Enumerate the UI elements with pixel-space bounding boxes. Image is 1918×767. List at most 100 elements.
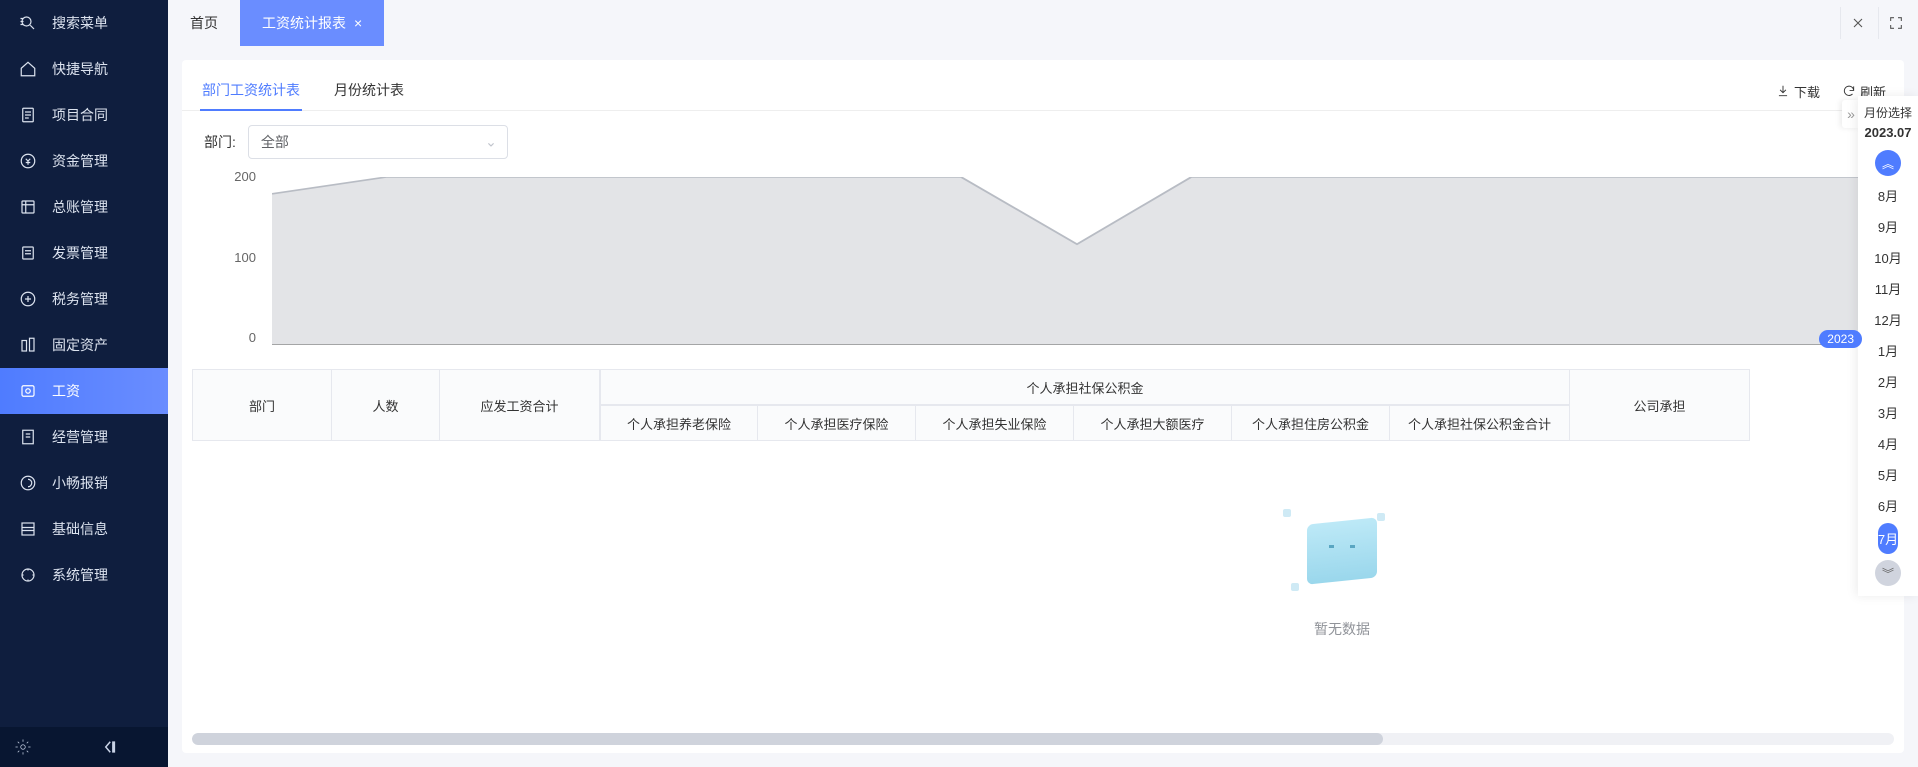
th-unemployment: 个人承担失业保险	[916, 405, 1074, 441]
sidebar-item-tax[interactable]: 税务管理	[0, 276, 168, 322]
th-housing: 个人承担住房公积金	[1232, 405, 1390, 441]
y-tick: 200	[234, 169, 256, 184]
th-medical: 个人承担医疗保险	[758, 405, 916, 441]
sidebar-label: 税务管理	[52, 289, 108, 309]
table-container[interactable]: 部门 人数 应发工资合计 个人承担社保公积金 个人承担养老保险 个人承担医疗保险…	[182, 369, 1904, 733]
sidebar-item-funds[interactable]: 资金管理	[0, 138, 168, 184]
close-icon[interactable]: ×	[354, 15, 362, 31]
th-pension: 个人承担养老保险	[600, 405, 758, 441]
subtab-month[interactable]: 月份统计表	[332, 72, 406, 110]
sidebar-label: 项目合同	[52, 105, 108, 125]
horizontal-scrollbar[interactable]	[192, 733, 1894, 745]
sidebar-item-salary[interactable]: 工资	[0, 368, 168, 414]
money-icon	[18, 151, 38, 171]
tab-salary-report[interactable]: 工资统计报表 ×	[240, 0, 384, 46]
dept-select[interactable]: 全部 ⌄	[248, 125, 508, 159]
search-icon	[18, 13, 38, 33]
subtab-dept[interactable]: 部门工资统计表	[200, 72, 302, 110]
sidebar-footer	[0, 727, 168, 767]
sidebar-item-contract[interactable]: 项目合同	[0, 92, 168, 138]
fullscreen-button[interactable]	[1878, 7, 1912, 39]
empty-illustration	[1277, 491, 1407, 601]
month-picker-current: 2023.07	[1865, 125, 1912, 146]
y-tick: 0	[249, 330, 256, 345]
sidebar-label: 资金管理	[52, 151, 108, 171]
sidebar-label: 工资	[52, 381, 80, 401]
sidebar-item-system[interactable]: 系统管理	[0, 552, 168, 598]
month-option[interactable]: 3月	[1858, 397, 1918, 428]
tabbar: 首页 工资统计报表 ×	[168, 0, 1918, 46]
th-count: 人数	[332, 369, 440, 441]
y-axis: 200 100 0	[204, 169, 264, 345]
chart-container: 200 100 0	[182, 163, 1904, 369]
sidebar: 搜索菜单 快捷导航 项目合同 资金管理 总账管理 发票管理	[0, 0, 168, 767]
refresh-icon	[1842, 84, 1856, 98]
sidebar-item-invoice[interactable]: 发票管理	[0, 230, 168, 276]
tab-home[interactable]: 首页	[168, 0, 240, 46]
sidebar-label: 搜索菜单	[52, 13, 108, 33]
month-picker-panel: 月份选择 2023.07 ︽ 8月 9月 10月 11月 12月 1月 2月 3…	[1858, 96, 1918, 596]
sidebar-label: 快捷导航	[52, 59, 108, 79]
month-scroll-down[interactable]: ︾	[1875, 560, 1901, 586]
sidebar-label: 固定资产	[52, 335, 108, 355]
system-icon	[18, 565, 38, 585]
base-icon	[18, 519, 38, 539]
y-tick: 100	[234, 250, 256, 265]
action-label: 下载	[1794, 82, 1820, 101]
biz-icon	[18, 427, 38, 447]
month-option[interactable]: 2月	[1858, 366, 1918, 397]
month-option[interactable]: 6月	[1858, 490, 1918, 521]
filters: 部门: 全部 ⌄	[182, 111, 1904, 163]
scrollbar-thumb[interactable]	[192, 733, 1383, 745]
sidebar-item-base[interactable]: 基础信息	[0, 506, 168, 552]
sidebar-label: 基础信息	[52, 519, 108, 539]
month-option[interactable]: 1月	[1858, 335, 1918, 366]
download-button[interactable]: 下载	[1776, 82, 1820, 101]
month-option[interactable]: 11月	[1858, 273, 1918, 304]
sidebar-item-biz[interactable]: 经营管理	[0, 414, 168, 460]
month-option[interactable]: 12月	[1858, 304, 1918, 335]
month-option[interactable]: 8月	[1858, 180, 1918, 211]
sidebar-item-search[interactable]: 搜索菜单	[0, 0, 168, 46]
month-option-selected[interactable]: 7月	[1878, 523, 1898, 554]
month-option[interactable]: 9月	[1858, 211, 1918, 242]
area-chart: 200 100 0	[204, 169, 1882, 359]
sidebar-item-quicknav[interactable]: 快捷导航	[0, 46, 168, 92]
th-company: 公司承担	[1570, 369, 1750, 441]
report-panel: 部门工资统计表 月份统计表 下载 刷新 部门:	[182, 60, 1904, 753]
sidebar-item-ledger[interactable]: 总账管理	[0, 184, 168, 230]
month-option[interactable]: 5月	[1858, 459, 1918, 490]
sidebar-label: 小畅报销	[52, 473, 108, 493]
sidebar-label: 经营管理	[52, 427, 108, 447]
sidebar-items: 搜索菜单 快捷导航 项目合同 资金管理 总账管理 发票管理	[0, 0, 168, 727]
collapse-icon[interactable]	[102, 738, 120, 756]
tax-icon	[18, 289, 38, 309]
month-option[interactable]: 4月	[1858, 428, 1918, 459]
empty-text: 暂无数据	[1314, 619, 1370, 639]
asset-icon	[18, 335, 38, 355]
th-personal-group: 个人承担社保公积金	[600, 369, 1570, 405]
download-icon	[1776, 84, 1790, 98]
expense-icon	[18, 473, 38, 493]
sidebar-label: 系统管理	[52, 565, 108, 585]
subtab-label: 部门工资统计表	[202, 82, 300, 98]
th-gross: 应发工资合计	[440, 369, 600, 441]
sidebar-item-asset[interactable]: 固定资产	[0, 322, 168, 368]
chevron-down-icon: ⌄	[485, 134, 497, 151]
home-icon	[18, 59, 38, 79]
year-badge: 2023	[1819, 330, 1862, 348]
salary-icon	[18, 381, 38, 401]
gear-icon[interactable]	[14, 738, 32, 756]
close-all-button[interactable]	[1840, 7, 1874, 39]
empty-state: 暂无数据	[192, 441, 1904, 669]
month-scroll-up[interactable]: ︽	[1875, 150, 1901, 176]
table: 部门 人数 应发工资合计 个人承担社保公积金 个人承担养老保险 个人承担医疗保险…	[192, 369, 1904, 669]
subtabs: 部门工资统计表 月份统计表 下载 刷新	[182, 60, 1904, 111]
contract-icon	[18, 105, 38, 125]
sidebar-item-expense[interactable]: 小畅报销	[0, 460, 168, 506]
invoice-icon	[18, 243, 38, 263]
month-option[interactable]: 10月	[1858, 242, 1918, 273]
select-value: 全部	[261, 132, 289, 152]
month-picker-title: 月份选择	[1864, 102, 1912, 125]
plot-area	[272, 177, 1882, 345]
